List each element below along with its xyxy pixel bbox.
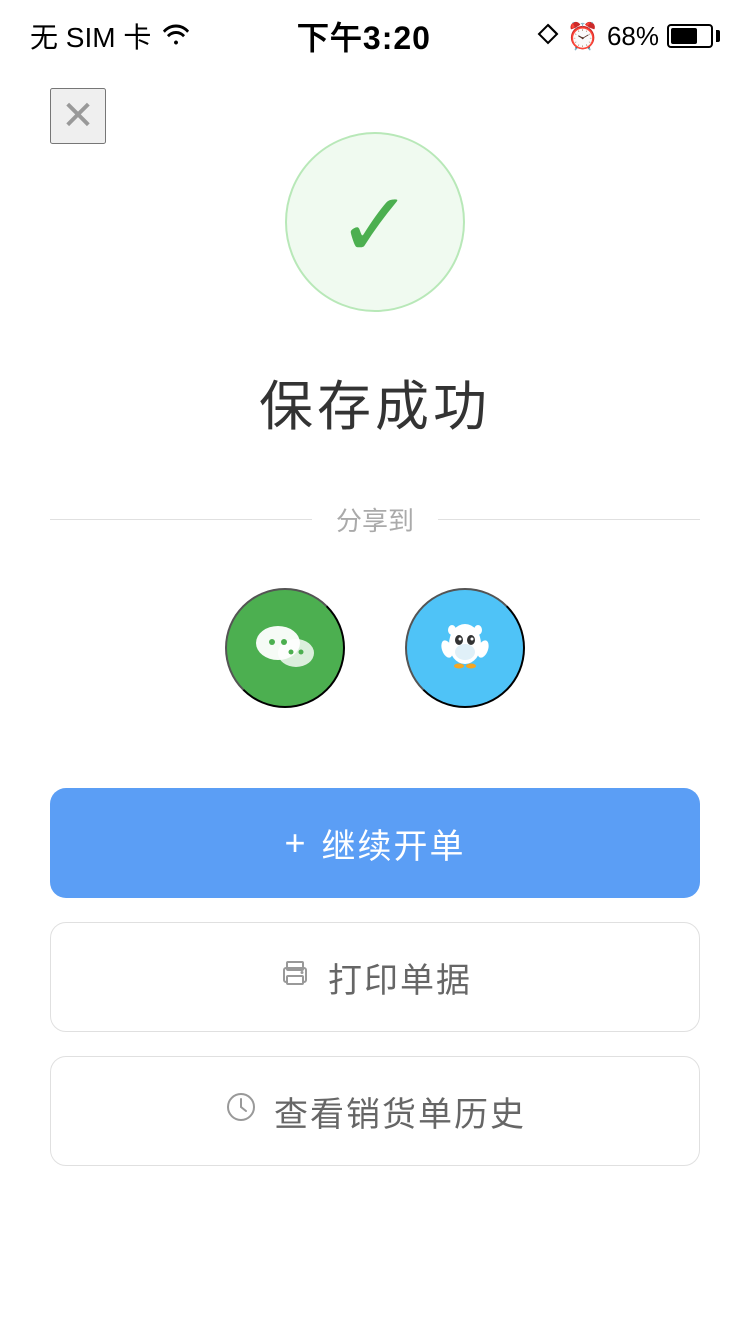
divider-right: [438, 519, 700, 520]
alarm-icon: ⏰: [567, 21, 599, 52]
share-icons-row: [225, 588, 525, 708]
qq-icon: [433, 616, 498, 681]
share-label: 分享到: [312, 501, 438, 538]
continue-button[interactable]: + 继续开单: [50, 788, 700, 898]
wechat-icon: [250, 613, 320, 683]
history-button[interactable]: 查看销货单历史: [50, 1056, 700, 1166]
success-circle: ✓: [285, 132, 465, 312]
print-button[interactable]: 打印单据: [50, 922, 700, 1032]
success-title: 保存成功: [259, 362, 491, 441]
qq-share-button[interactable]: [405, 588, 525, 708]
continue-label: 继续开单: [322, 819, 466, 868]
plus-icon: +: [284, 822, 305, 864]
close-button[interactable]: ✕: [50, 88, 106, 144]
sim-status: 无 SIM 卡: [30, 16, 151, 56]
print-label: 打印单据: [328, 953, 472, 1002]
action-buttons: + 继续开单 打印单据 查看销货单历史: [0, 788, 750, 1166]
location-icon: [537, 21, 559, 52]
status-right: ⏰ 68%: [537, 21, 720, 52]
history-label: 查看销货单历史: [274, 1087, 526, 1136]
status-time: 下午3:20: [297, 13, 431, 59]
wechat-share-button[interactable]: [225, 588, 345, 708]
checkmark-icon: ✓: [337, 181, 412, 271]
wifi-icon: [161, 21, 191, 52]
main-content: ✓ 保存成功 分享到: [0, 72, 750, 1166]
share-section: 分享到: [0, 501, 750, 538]
battery-icon: [667, 24, 720, 48]
printer-icon: [278, 956, 312, 999]
battery-percent: 68%: [607, 21, 659, 52]
close-icon: ✕: [61, 96, 95, 136]
status-bar: 无 SIM 卡 下午3:20 ⏰ 68%: [0, 0, 750, 72]
status-left: 无 SIM 卡: [30, 16, 191, 56]
clock-icon: [224, 1090, 258, 1133]
divider-left: [50, 519, 312, 520]
